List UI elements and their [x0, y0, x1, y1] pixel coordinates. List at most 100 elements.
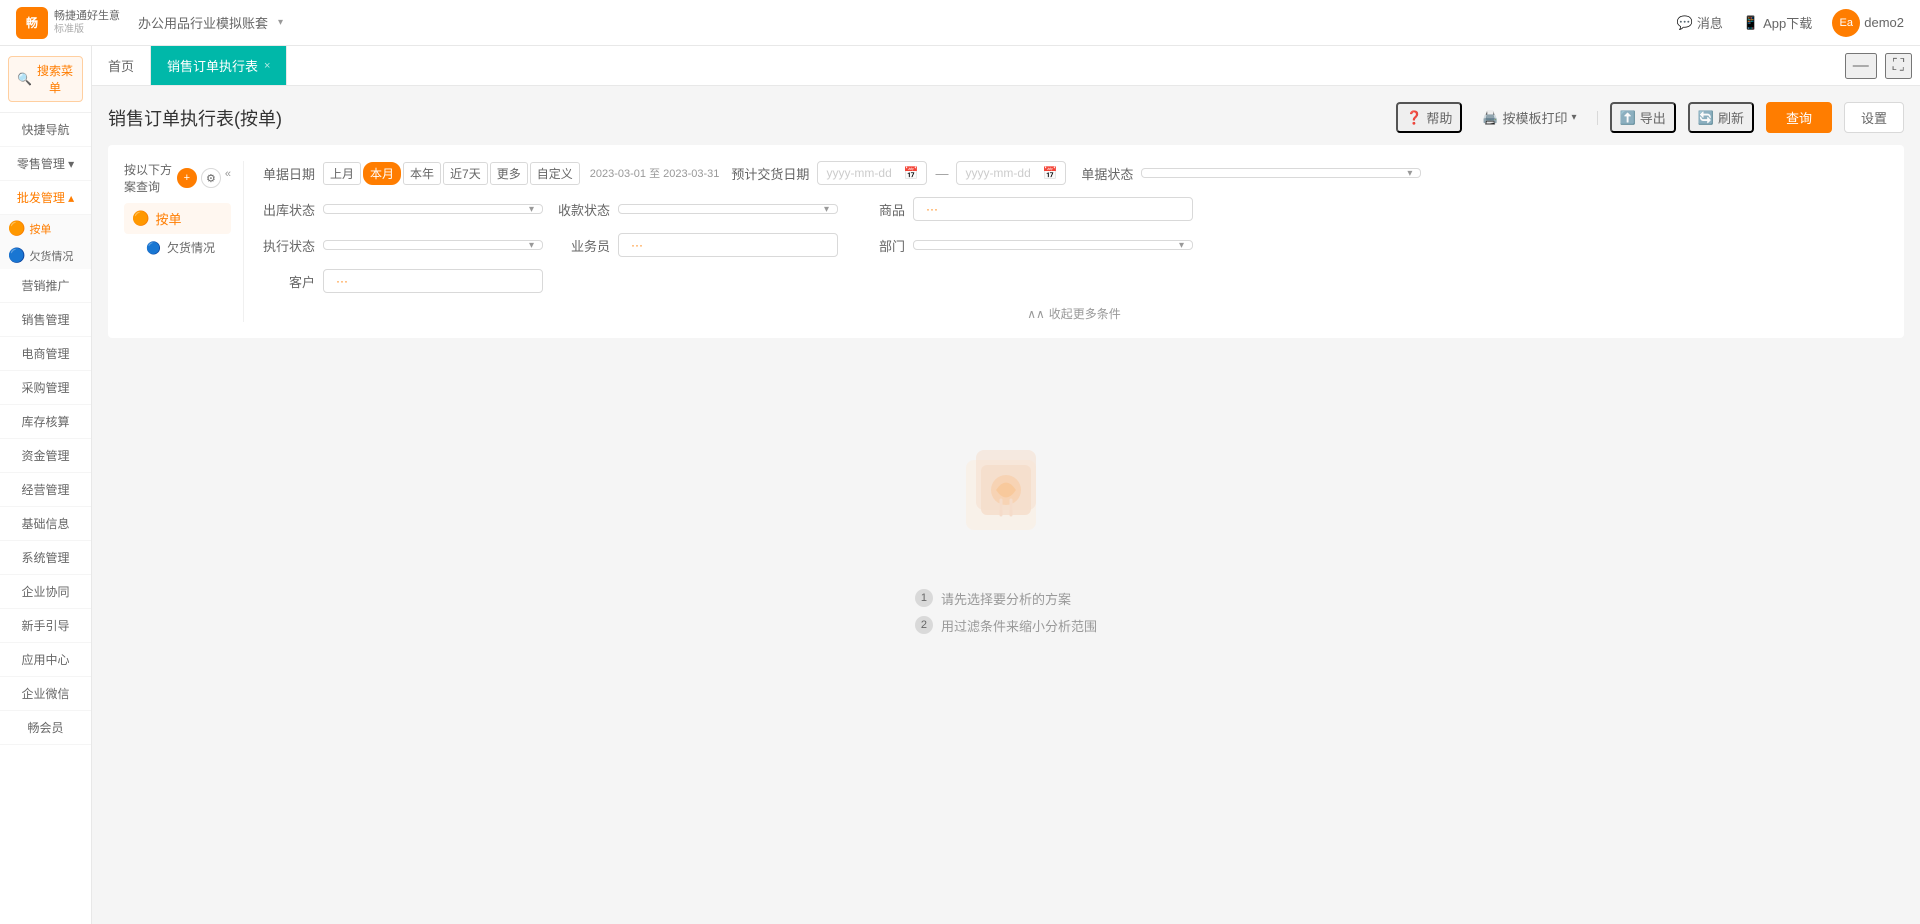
sidebar-item-retail[interactable]: 零售管理 ▾	[0, 147, 91, 181]
date-btn-last-month[interactable]: 上月	[323, 162, 361, 185]
goods-more-icon[interactable]: ···	[926, 202, 938, 216]
sidebar-item-sales[interactable]: 销售管理	[0, 303, 91, 337]
sidebar-item-member[interactable]: 畅会员	[0, 711, 91, 745]
print-dropdown-button[interactable]: 🖨️ 按模板打印 ▾	[1474, 104, 1584, 131]
status-select[interactable]: ▾	[1141, 168, 1421, 178]
date-range-display: 2023-03-01 至 2023-03-31	[590, 165, 720, 181]
settings-button[interactable]: 设置	[1844, 102, 1904, 133]
search-menu-button[interactable]: 🔍 搜索菜单	[8, 56, 83, 102]
out-status-select[interactable]: ▾	[323, 204, 543, 214]
filter-left-nav: 按以下方案查询 + ⚙ « 🟠 按单 🔵	[124, 161, 244, 322]
date-btn-this-year[interactable]: 本年	[403, 162, 441, 185]
collapse-up-icon: ∧∧	[1027, 307, 1045, 321]
sidebar-item-wholesale[interactable]: 批发管理 ▴	[0, 181, 91, 215]
collect-status-arrow-icon: ▾	[824, 204, 829, 215]
main-layout: 🔍 搜索菜单 快捷导航 零售管理 ▾ 批发管理 ▴ 🟠 按单 🔵 欠货情况 营销…	[0, 46, 1920, 924]
logo-area: 畅 畅捷通好生意 标准版	[16, 7, 120, 39]
customer-more-icon[interactable]: ···	[336, 274, 348, 288]
filter-panel: 按以下方案查询 + ⚙ « 🟠 按单 🔵	[108, 145, 1904, 338]
nav-collapse-button[interactable]: «	[225, 168, 231, 188]
exec-status-select[interactable]: ▾	[323, 240, 543, 250]
message-icon: 💬	[1677, 15, 1693, 31]
sidebar-item-operations[interactable]: 经营管理	[0, 473, 91, 507]
calendar-icon-to: 📅	[1042, 166, 1057, 180]
tab-home[interactable]: 首页	[92, 46, 151, 85]
sidebar-item-inventory[interactable]: 库存核算	[0, 405, 91, 439]
tab-expand-button[interactable]: ⛶	[1885, 53, 1912, 79]
filter-field-customer: 客户 ···	[260, 269, 543, 293]
sidebar-item-enterprise[interactable]: 企业协同	[0, 575, 91, 609]
exec-status-arrow-icon: ▾	[529, 240, 534, 251]
sidebar-item-quick-nav[interactable]: 快捷导航	[0, 113, 91, 147]
salesman-more-icon[interactable]: ···	[631, 238, 643, 252]
sidebar-item-app-center[interactable]: 应用中心	[0, 643, 91, 677]
filter-field-collect-status: 收款状态 ▾	[555, 200, 838, 219]
goods-select[interactable]: ···	[913, 197, 1193, 221]
app-title: 办公用品行业模拟账套	[138, 13, 268, 32]
message-action[interactable]: 💬 消息	[1677, 13, 1723, 32]
search-icon: 🔍	[17, 72, 32, 86]
tab-bar-actions: — ⛶	[1837, 46, 1920, 85]
date-btn-7days[interactable]: 近7天	[443, 162, 488, 185]
sidebar-item-basic[interactable]: 基础信息	[0, 507, 91, 541]
out-status-arrow-icon: ▾	[529, 204, 534, 215]
top-bar-right: 💬 消息 📱 App下载 Ea demo2	[1677, 9, 1904, 37]
sidebar-sub-item-debt[interactable]: 🔵 欠货情况	[0, 242, 91, 269]
nav-settings-button[interactable]: ⚙	[201, 168, 221, 188]
nav-sub-item-debt[interactable]: 🔵 欠货情况	[124, 234, 231, 261]
filter-form: 单据日期 上月 本月 本年 近7天 更多 自定义	[244, 161, 1888, 322]
filter-field-goods: 商品 ···	[850, 197, 1193, 221]
refresh-icon: 🔄	[1698, 110, 1714, 126]
sidebar-item-system[interactable]: 系统管理	[0, 541, 91, 575]
sidebar-sub-item-order[interactable]: 🟠 按单	[0, 215, 91, 242]
sidebar-item-finance[interactable]: 资金管理	[0, 439, 91, 473]
expected-date-from[interactable]: yyyy-mm-dd 📅	[817, 161, 927, 185]
tab-bar: 首页 销售订单执行表 × — ⛶	[92, 46, 1920, 86]
collapse-button[interactable]: ∧∧ 收起更多条件	[260, 305, 1888, 322]
sidebar-item-marketing[interactable]: 营销推广	[0, 269, 91, 303]
salesman-label: 业务员	[555, 236, 610, 255]
customer-label: 客户	[260, 272, 315, 291]
help-button[interactable]: ❓ 帮助	[1396, 102, 1462, 133]
export-button[interactable]: ⬆️ 导出	[1610, 102, 1676, 133]
step-num-2: 2	[915, 616, 933, 634]
refresh-button[interactable]: 🔄 刷新	[1688, 102, 1754, 133]
goods-label: 商品	[850, 200, 905, 219]
nav-add-button[interactable]: +	[177, 168, 197, 188]
exec-status-label: 执行状态	[260, 236, 315, 255]
filter-field-status: 单据状态 ▾	[1078, 164, 1421, 183]
debt-icon: 🔵	[8, 247, 25, 264]
date-btn-custom[interactable]: 自定义	[530, 162, 580, 185]
user-action[interactable]: Ea demo2	[1832, 9, 1904, 37]
empty-steps: 1 请先选择要分析的方案 2 用过滤条件来缩小分析范围	[915, 589, 1097, 643]
collect-status-select[interactable]: ▾	[618, 204, 838, 214]
query-button[interactable]: 查询	[1766, 102, 1832, 133]
app-download-action[interactable]: 📱 App下载	[1743, 13, 1812, 32]
sidebar-item-newbie[interactable]: 新手引导	[0, 609, 91, 643]
customer-select[interactable]: ···	[323, 269, 543, 293]
logo-text: 畅捷通好生意 标准版	[54, 9, 120, 36]
nav-item-order[interactable]: 🟠 按单	[124, 203, 231, 234]
sidebar-item-wechat[interactable]: 企业微信	[0, 677, 91, 711]
tab-sales-order[interactable]: 销售订单执行表 ×	[151, 46, 287, 85]
date-btn-more[interactable]: 更多	[490, 162, 528, 185]
dept-select[interactable]: ▾	[913, 240, 1193, 250]
top-bar: 畅 畅捷通好生意 标准版 办公用品行业模拟账套 ▾ 💬 消息 📱 App下载 E…	[0, 0, 1920, 46]
page-header: 销售订单执行表(按单) ❓ 帮助 🖨️ 按模板打印 ▾ ⬆️ 导出	[108, 102, 1904, 133]
date-quick-btns: 上月 本月 本年 近7天 更多 自定义	[323, 162, 580, 185]
tab-close-icon[interactable]: ×	[264, 60, 270, 72]
filter-field-date: 单据日期 上月 本月 本年 近7天 更多 自定义	[260, 162, 719, 185]
sidebar-item-purchase[interactable]: 采购管理	[0, 371, 91, 405]
top-bar-left: 畅 畅捷通好生意 标准版 办公用品行业模拟账套 ▾	[16, 7, 283, 39]
expected-date-to[interactable]: yyyy-mm-dd 📅	[956, 161, 1066, 185]
filter-layout: 按以下方案查询 + ⚙ « 🟠 按单 🔵	[124, 161, 1888, 322]
filter-field-out-status: 出库状态 ▾	[260, 200, 543, 219]
app-title-arrow-icon[interactable]: ▾	[278, 17, 283, 28]
filter-row-3: 执行状态 ▾ 业务员 ···	[260, 233, 1888, 257]
date-btn-this-month[interactable]: 本月	[363, 162, 401, 185]
download-icon: 📱	[1743, 15, 1759, 31]
filter-field-exec-status: 执行状态 ▾	[260, 236, 543, 255]
salesman-select[interactable]: ···	[618, 233, 838, 257]
tab-minimize-button[interactable]: —	[1845, 53, 1877, 79]
sidebar-item-ecommerce[interactable]: 电商管理	[0, 337, 91, 371]
